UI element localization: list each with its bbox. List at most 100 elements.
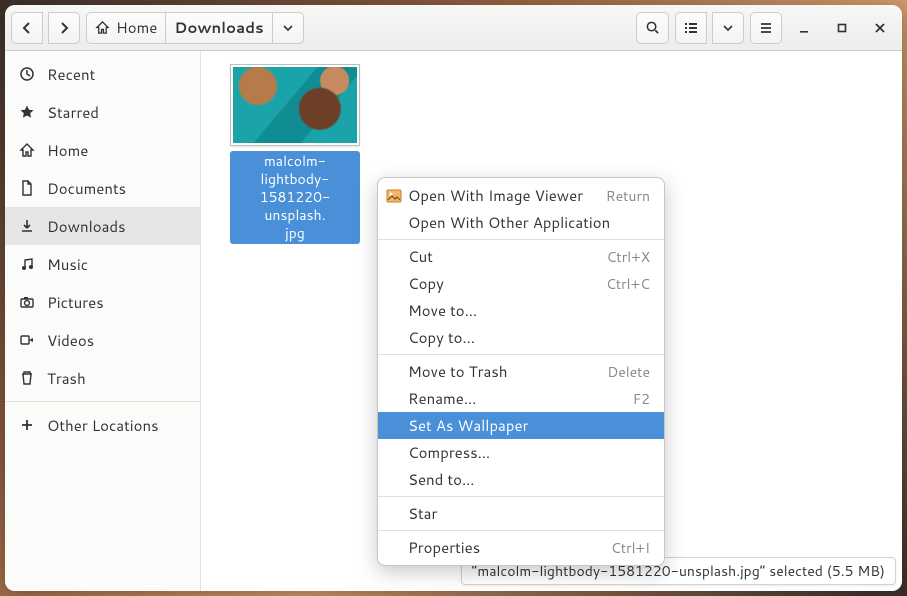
file-thumbnail [231,65,359,145]
search-icon [645,20,660,35]
list-view-icon [684,21,698,35]
chevron-right-icon [58,22,70,34]
file-item[interactable]: malcolm-lightbody- 1581220-unsplash. jpg [227,65,363,244]
maximize-icon [836,22,848,34]
plus-icon [19,417,35,433]
path-current[interactable]: Downloads [165,12,272,44]
maximize-button[interactable] [826,12,858,44]
sidebar-item-home[interactable]: Home [5,131,200,169]
sidebar-item-recent[interactable]: Recent [5,55,200,93]
menu-star[interactable]: Star [378,500,664,527]
file-name-line: 1581220-unsplash. [260,187,330,225]
menu-set-as-wallpaper[interactable]: Set As Wallpaper [378,412,664,439]
menu-accel: Ctrl+X [607,247,650,267]
menu-separator [378,354,664,355]
hamburger-button[interactable] [750,12,782,44]
menu-separator [378,239,664,240]
context-menu: Open With Image Viewer Return Open With … [377,177,665,566]
image-viewer-icon [386,188,402,204]
menu-send-to[interactable]: Send to… [378,466,664,493]
path-current-label: Downloads [174,17,263,38]
camera-icon [19,294,35,310]
minimize-button[interactable] [788,12,820,44]
star-icon [19,104,35,120]
menu-open-with-image-viewer[interactable]: Open With Image Viewer Return [378,182,664,209]
sidebar-item-label: Recent [47,64,95,85]
menu-compress[interactable]: Compress… [378,439,664,466]
sidebar-item-label: Videos [47,330,94,351]
sidebar-item-label: Home [47,140,88,161]
pathbar: Home Downloads [86,12,304,44]
close-icon [874,22,886,34]
search-button[interactable] [636,12,669,44]
menu-label: Cut [408,246,433,267]
sidebar-separator [5,401,200,402]
file-name: malcolm-lightbody- 1581220-unsplash. jpg [230,151,360,244]
menu-label: Send to… [408,469,475,490]
menu-accel: Delete [607,362,650,382]
home-icon [19,142,35,158]
caret-down-icon [283,23,293,33]
menu-copy[interactable]: Copy Ctrl+C [378,270,664,297]
sidebar-item-other-locations[interactable]: Other Locations [5,406,200,444]
view-mode-button[interactable] [675,12,707,44]
hamburger-icon [759,21,773,35]
body: Recent Starred Home Documents Downloads … [5,51,902,591]
menu-separator [378,496,664,497]
sidebar-item-downloads[interactable]: Downloads [5,207,200,245]
sidebar-item-videos[interactable]: Videos [5,321,200,359]
menu-label: Move to Trash [408,361,508,382]
menu-label: Open With Other Application [408,212,610,233]
minimize-icon [798,22,810,34]
menu-move-to[interactable]: Move to… [378,297,664,324]
headerbar: Home Downloads [5,5,902,51]
sidebar-item-music[interactable]: Music [5,245,200,283]
menu-move-to-trash[interactable]: Move to Trash Delete [378,358,664,385]
sidebar-item-documents[interactable]: Documents [5,169,200,207]
menu-cut[interactable]: Cut Ctrl+X [378,243,664,270]
sidebar-item-label: Documents [47,178,126,199]
menu-accel: Ctrl+C [606,274,650,294]
sidebar-item-trash[interactable]: Trash [5,359,200,397]
menu-properties[interactable]: Properties Ctrl+I [378,534,664,561]
menu-open-with-other[interactable]: Open With Other Application [378,209,664,236]
download-icon [19,218,35,234]
file-name-line: malcolm-lightbody- [261,151,330,189]
sidebar-item-label: Other Locations [47,415,159,436]
sidebar-item-pictures[interactable]: Pictures [5,283,200,321]
video-icon [19,332,35,348]
back-button[interactable] [11,12,43,44]
home-icon [95,20,110,35]
view-options-button[interactable] [712,12,744,44]
forward-button[interactable] [48,12,80,44]
path-menu-button[interactable] [272,12,304,44]
sidebar-item-starred[interactable]: Starred [5,93,200,131]
sidebar-item-label: Starred [47,102,99,123]
menu-label: Set As Wallpaper [408,415,528,436]
menu-copy-to[interactable]: Copy to… [378,324,664,351]
file-name-line: jpg [285,223,305,243]
menu-label: Compress… [408,442,490,463]
path-home-label: Home [116,17,157,38]
music-icon [19,256,35,272]
chevron-left-icon [21,22,33,34]
file-manager-window: Home Downloads [5,5,902,591]
document-icon [19,180,35,196]
clock-icon [19,66,35,82]
menu-label: Rename… [408,388,476,409]
menu-accel: F2 [633,389,650,409]
menu-separator [378,530,664,531]
sidebar: Recent Starred Home Documents Downloads … [5,51,201,591]
sidebar-item-label: Trash [47,368,86,389]
menu-accel: Ctrl+I [611,538,650,558]
close-button[interactable] [864,12,896,44]
menu-label: Properties [408,537,480,558]
trash-icon [19,370,35,386]
menu-label: Copy [408,273,444,294]
path-home[interactable]: Home [86,12,166,44]
menu-rename[interactable]: Rename… F2 [378,385,664,412]
menu-label: Open With Image Viewer [408,185,583,206]
menu-label: Star [408,503,437,524]
sidebar-item-label: Music [47,254,88,275]
menu-label: Move to… [408,300,477,321]
